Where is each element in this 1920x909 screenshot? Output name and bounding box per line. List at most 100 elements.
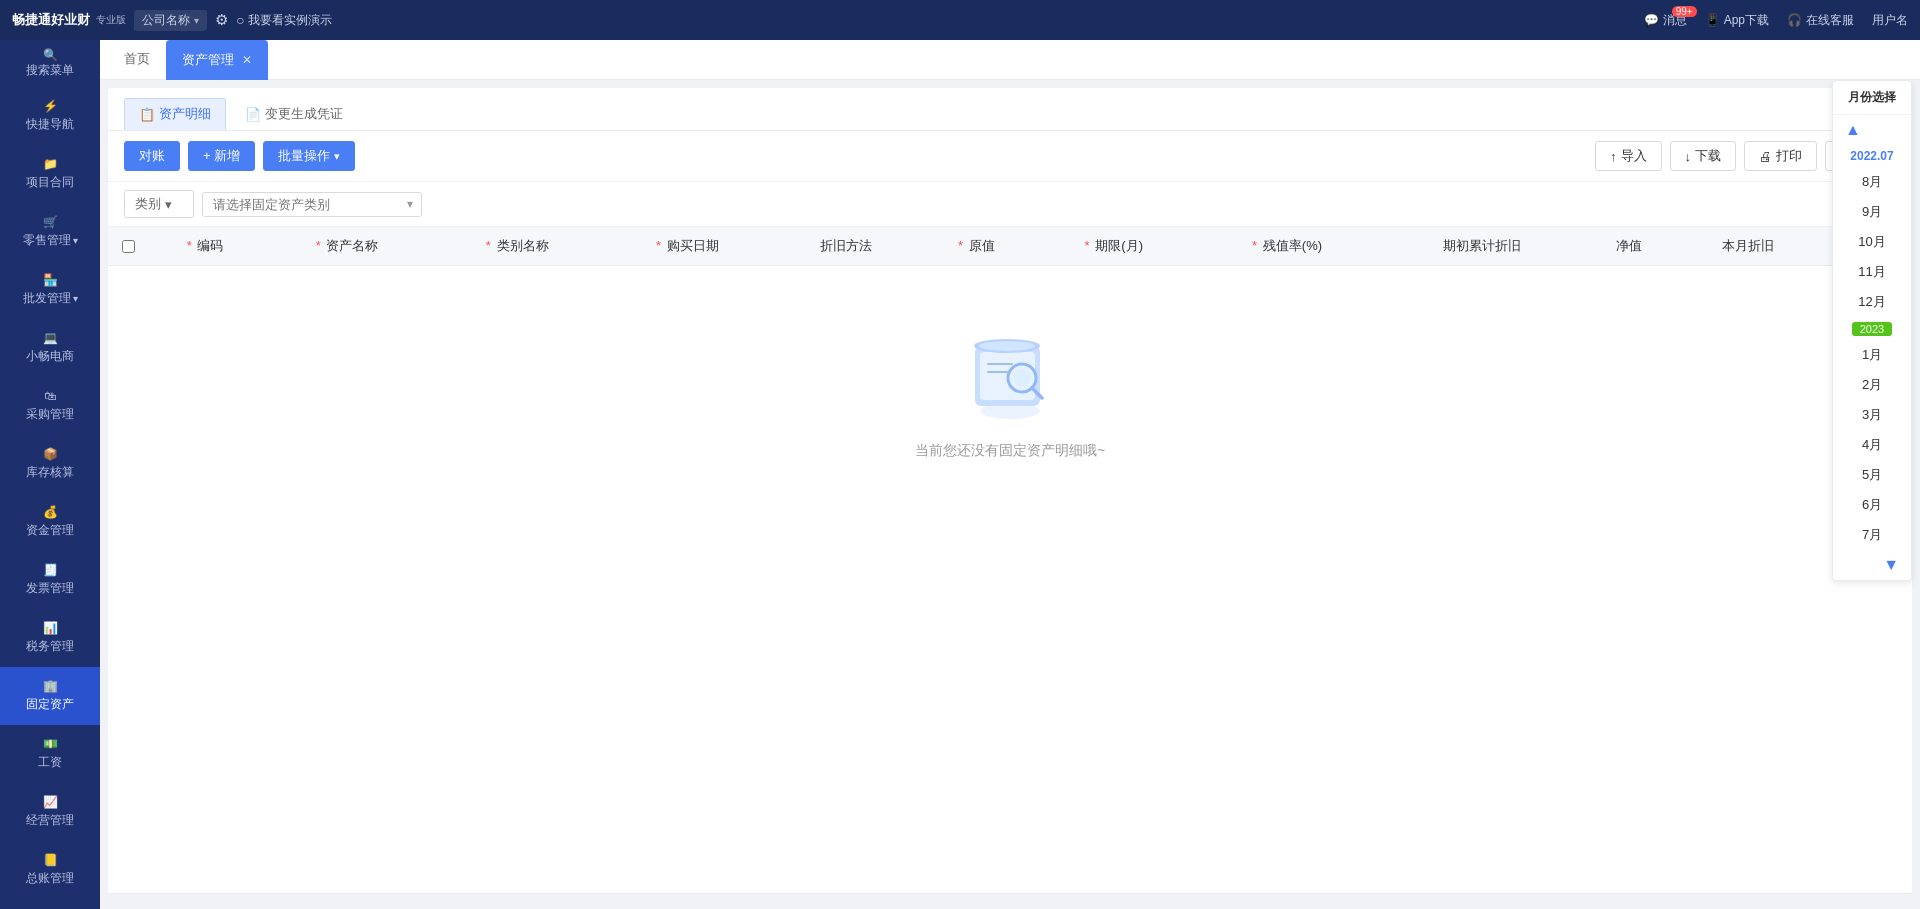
th-residual-rate: * 残值率(%) [1194,227,1380,266]
month-item-8[interactable]: 8月 [1833,167,1911,197]
add-button[interactable]: + 新增 [188,141,255,171]
import-button[interactable]: ↑ 导入 [1595,141,1662,171]
tab-home[interactable]: 首页 [108,40,166,80]
top-bar: 畅捷通好业财 专业版 公司名称 ▾ ⚙ ○ 我要看实例演示 💬 消息 99+ 📱… [0,0,1920,40]
subtab-change-voucher[interactable]: 📄 变更生成凭证 [230,98,358,130]
app-download-button[interactable]: 📱 App下载 [1705,12,1769,29]
app-edition: 专业版 [96,13,126,27]
sidebar-label-salary: 工资 [38,754,62,771]
th-depreciation: 折旧方法 [772,227,919,266]
sidebar-label-retail: 零售管理 [23,232,71,249]
download-button[interactable]: ↓ 下载 [1670,141,1737,171]
month-panel: 月份选择 ▲ 2022.07 8月 9月 10月 11月 12月 2023 1月… [1832,80,1912,581]
sidebar-quick-nav[interactable]: ⚡ 快捷导航 [0,87,100,145]
company-selector[interactable]: 公司名称 ▾ [134,10,207,31]
service-button[interactable]: 🎧 在线客服 [1787,12,1854,29]
sidebar-item-retail[interactable]: 🛒 零售管理 ▾ [0,203,100,261]
th-name: * 资产名称 [262,227,432,266]
tab-close-icon[interactable]: ✕ [242,53,252,67]
sidebar-item-management[interactable]: 📈 经营管理 [0,783,100,841]
th-monthly-dep: 本月折旧 [1674,227,1821,266]
category-type-select[interactable]: 类别 ▾ [124,190,194,218]
demo-button[interactable]: ○ 我要看实例演示 [236,12,332,29]
user-menu[interactable]: 用户名 [1872,12,1908,29]
headset-icon: 🎧 [1787,13,1802,27]
horizontal-scrollbar[interactable] [108,893,1912,901]
category-text-input[interactable] [203,193,403,216]
month-panel-nav-bottom: ▼ [1833,550,1911,580]
download-icon: ↓ [1685,149,1692,164]
chevron-down-icon-2: ▾ [165,197,172,212]
invoice-icon: 🧾 [43,563,58,577]
main-layout: 🔍 搜索菜单 ⚡ 快捷导航 📁 项目合同 🛒 零售管理 ▾ 🏪 批发管理 ▾ [0,40,1920,909]
sidebar-item-ecommerce[interactable]: 💻 小畅电商 [0,319,100,377]
print-button[interactable]: 🖨 打印 [1744,141,1817,171]
expand-icon: ▾ [73,235,78,246]
empty-state: 当前您还没有固定资产明细哦~ [108,266,1912,520]
sidebar-item-inventory[interactable]: 📦 库存核算 [0,435,100,493]
month-panel-nav: ▲ [1833,115,1911,145]
sidebar-label-ledger: 总账管理 [26,870,74,887]
sidebar-search[interactable]: 🔍 搜索菜单 [0,40,100,87]
month-panel-year-2022[interactable]: 2022.07 [1833,145,1911,167]
sidebar-item-capital[interactable]: 💰 资金管理 [0,493,100,551]
retail-icon: 🛒 [43,215,58,229]
download-label: 下载 [1695,147,1721,165]
batch-button[interactable]: 批量操作 ▾ [263,141,355,171]
message-badge: 99+ [1672,6,1697,17]
management-icon: 📈 [43,795,58,809]
sidebar-item-basic-info[interactable]: ℹ 基础信息 [0,899,100,909]
subtab-asset-detail[interactable]: 📋 资产明细 [124,98,226,130]
month-item-2[interactable]: 2月 [1833,370,1911,400]
month-item-4[interactable]: 4月 [1833,430,1911,460]
month-item-7[interactable]: 7月 [1833,520,1911,550]
user-label: 用户名 [1872,12,1908,29]
settings-button[interactable]: ⚙ [215,11,228,29]
month-item-1[interactable]: 1月 [1833,340,1911,370]
gear-icon: ⚙ [215,11,228,28]
sidebar-item-project[interactable]: 📁 项目合同 [0,145,100,203]
chevron-down-icon: ▾ [194,15,199,26]
sidebar-item-wholesale[interactable]: 🏪 批发管理 ▾ [0,261,100,319]
app-download-label: App下载 [1724,12,1769,29]
th-original-value: * 原值 [919,227,1033,266]
import-icon: ↑ [1610,149,1617,164]
select-all-checkbox[interactable] [122,240,135,253]
demo-icon: ○ [236,12,244,28]
th-category: * 类别名称 [432,227,602,266]
reconcile-button[interactable]: 对账 [124,141,180,171]
app-name: 畅捷通好业财 [12,11,90,29]
month-prev-btn[interactable]: ▲ [1839,119,1867,141]
message-button[interactable]: 💬 消息 99+ [1644,12,1687,29]
add-label: + 新增 [203,147,240,165]
select-all-th [108,227,148,266]
th-accumulated-dep: 期初累计折旧 [1380,227,1583,266]
document-icon: 📄 [245,107,261,122]
sidebar-item-purchase[interactable]: 🛍 采购管理 [0,377,100,435]
ecommerce-icon: 💻 [43,331,58,345]
month-item-5[interactable]: 5月 [1833,460,1911,490]
sidebar-item-salary[interactable]: 💵 工资 [0,725,100,783]
month-item-11[interactable]: 11月 [1833,257,1911,287]
import-label: 导入 [1621,147,1647,165]
month-item-3[interactable]: 3月 [1833,400,1911,430]
sidebar-item-invoice[interactable]: 🧾 发票管理 [0,551,100,609]
empty-illustration [950,326,1070,426]
month-item-9[interactable]: 9月 [1833,197,1911,227]
category-input[interactable]: ▾ [202,192,422,217]
sidebar-label-capital: 资金管理 [26,522,74,539]
page-content: 📋 资产明细 📄 变更生成凭证 对账 + 新增 [100,80,1920,909]
tab-asset-management[interactable]: 资产管理 ✕ [166,40,268,80]
month-panel-title: 月份选择 [1833,81,1911,115]
month-next-btn[interactable]: ▼ [1877,554,1905,576]
sidebar-item-ledger[interactable]: 📒 总账管理 [0,841,100,899]
empty-message: 当前您还没有固定资产明细哦~ [915,442,1105,460]
month-item-12[interactable]: 12月 [1833,287,1911,317]
sidebar-item-fixed-assets[interactable]: 🏢 固定资产 [0,667,100,725]
tab-home-label: 首页 [124,50,150,68]
salary-icon: 💵 [43,737,58,751]
month-item-6[interactable]: 6月 [1833,490,1911,520]
month-item-10[interactable]: 10月 [1833,227,1911,257]
sidebar-item-tax[interactable]: 📊 税务管理 [0,609,100,667]
sidebar-label-fixed-assets: 固定资产 [26,696,74,713]
